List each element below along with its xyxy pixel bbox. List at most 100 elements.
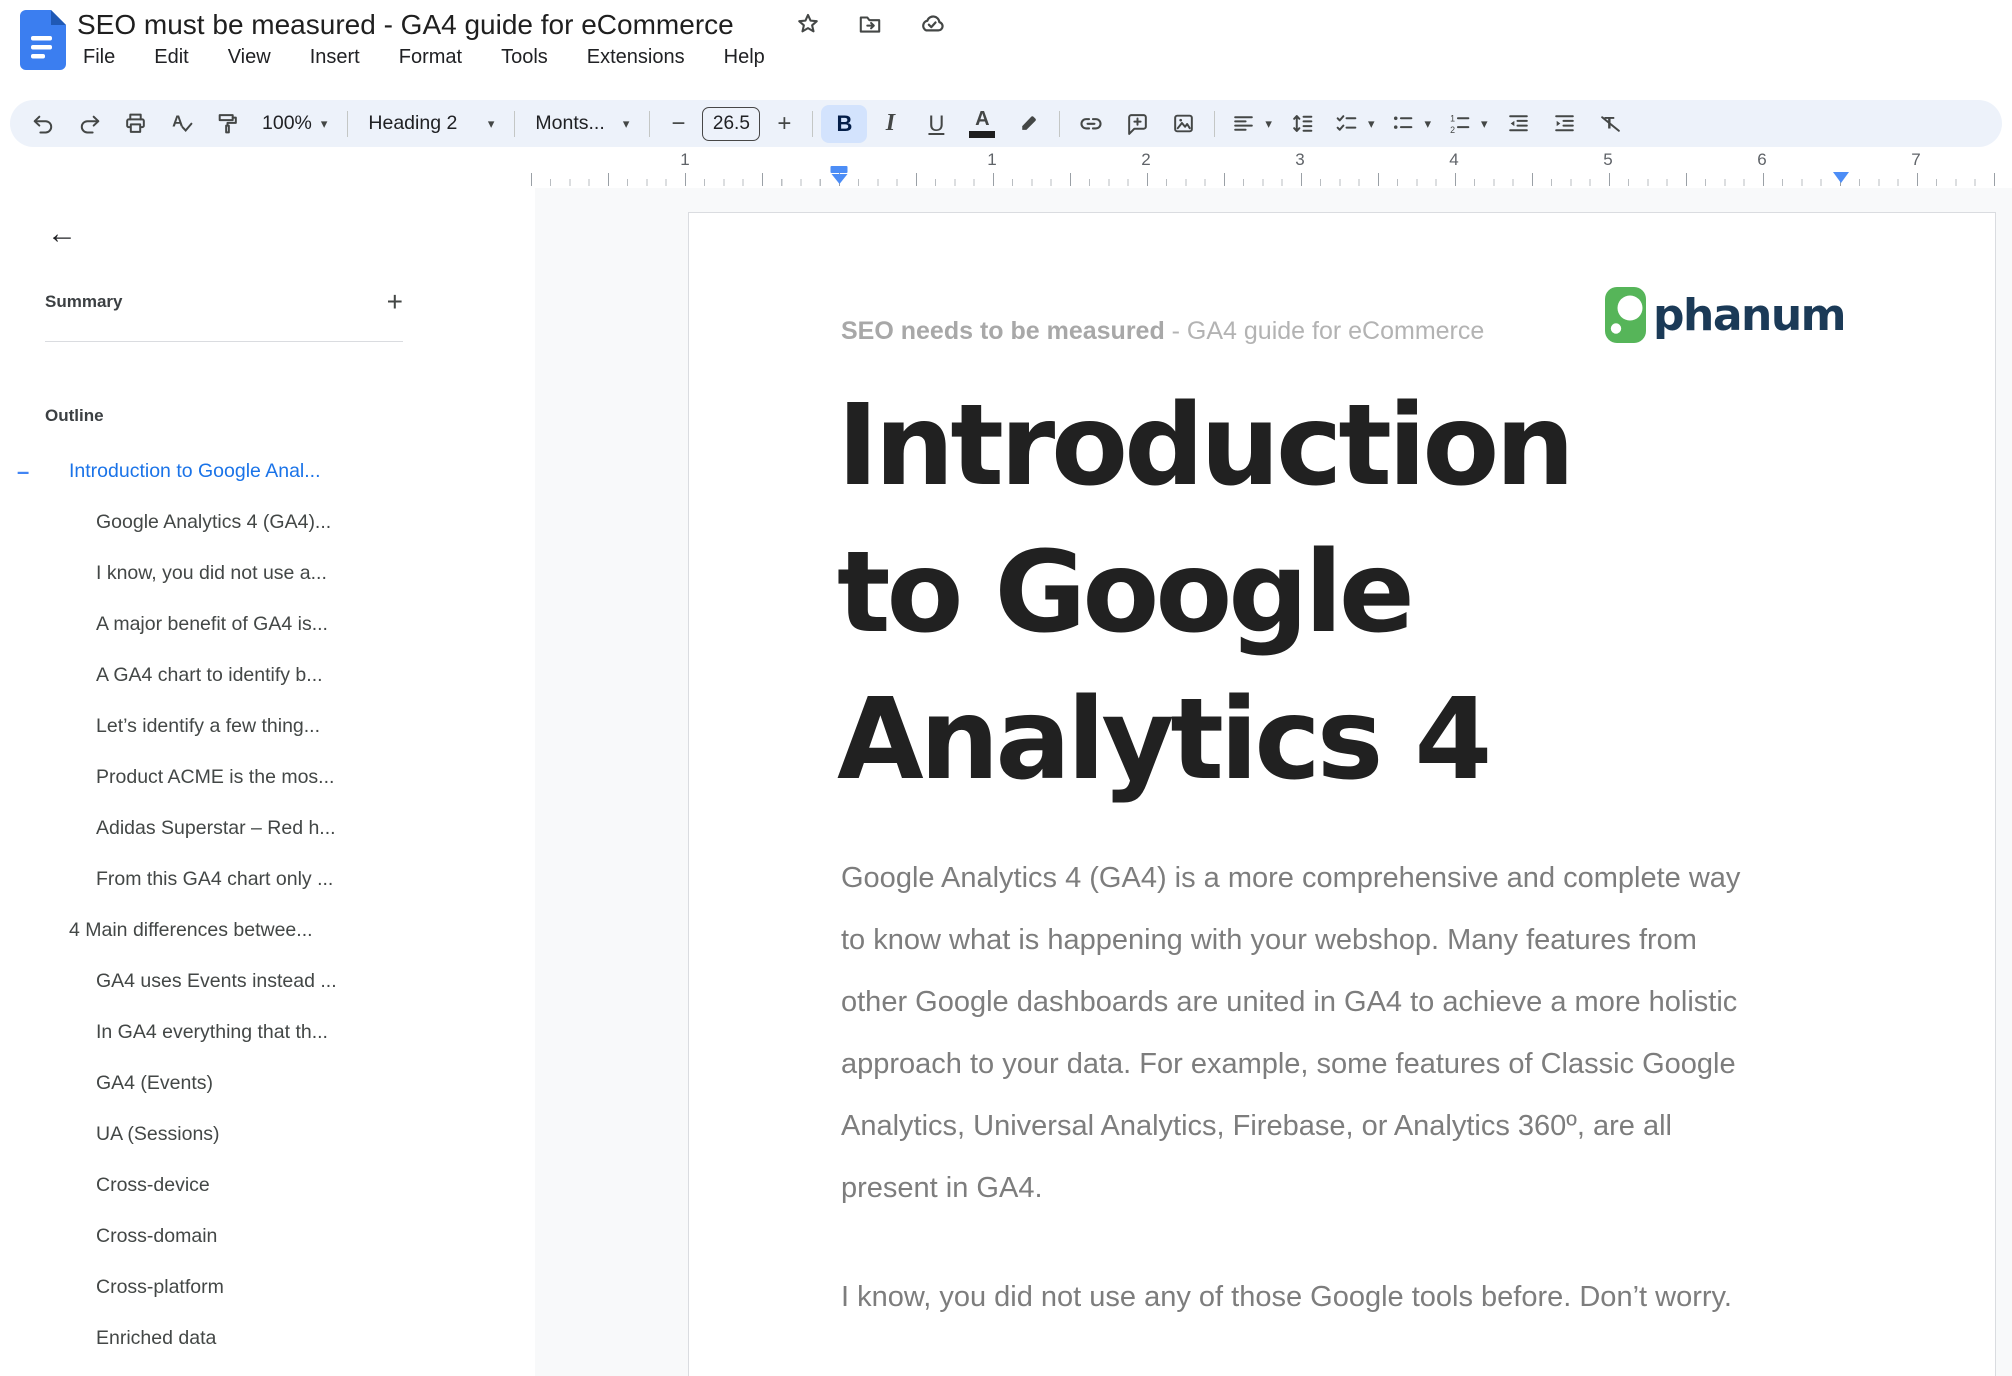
line-spacing-icon (1293, 115, 1313, 132)
body-line: Analytics, Universal Analytics, Firebase… (841, 1110, 1673, 1142)
line-spacing-button[interactable] (1280, 105, 1326, 143)
outline-item[interactable]: From this GA4 chart only ... (0, 854, 535, 905)
first-line-indent-handle[interactable] (830, 166, 848, 173)
move-folder-icon (859, 16, 881, 33)
highlight-button[interactable] (1005, 105, 1051, 143)
outline-item[interactable]: Cross-device (0, 1160, 535, 1211)
link-icon (1080, 117, 1102, 129)
add-comment-button[interactable] (1114, 105, 1160, 143)
outline-item-label: UA (Sessions) (96, 1123, 220, 1145)
chevron-down-icon: ▾ (320, 115, 328, 131)
close-outline-button[interactable]: ← (42, 214, 82, 254)
spellcheck-button[interactable]: A (158, 105, 204, 143)
collapse-icon[interactable]: – (17, 459, 29, 485)
outline-item[interactable]: In GA4 everything that th... (0, 1007, 535, 1058)
insert-image-button[interactable] (1160, 105, 1206, 143)
document-page[interactable]: SEO needs to be measured - GA4 guide for… (688, 212, 1996, 1376)
menu-extensions[interactable]: Extensions (581, 44, 691, 71)
undo-button[interactable] (20, 105, 66, 143)
chevron-down-icon: ▾ (1424, 115, 1431, 131)
increase-font-size-button[interactable]: + (764, 110, 804, 138)
outline-item-label: Adidas Superstar – Red h... (96, 817, 336, 839)
zoom-value: 100% (262, 112, 312, 134)
outline-item[interactable]: A GA4 chart to identify b... (0, 650, 535, 701)
google-docs-logo-icon[interactable] (20, 10, 66, 75)
menu-insert[interactable]: Insert (304, 44, 366, 71)
decrease-indent-button[interactable] (1496, 105, 1542, 143)
italic-label: I (885, 110, 896, 136)
left-indent-handle[interactable] (831, 174, 847, 184)
clear-formatting-icon: T (1601, 114, 1620, 133)
left-indent-marker[interactable] (830, 166, 848, 184)
menu-format[interactable]: Format (393, 44, 468, 71)
outline-item-label: Product ACME is the mos... (96, 766, 335, 788)
outline-item[interactable]: Google Analytics 4 (GA4)... (0, 497, 535, 548)
print-button[interactable] (112, 105, 158, 143)
document-heading[interactable]: Introduction to Google Analytics 4 (837, 373, 1957, 814)
insert-image-icon (1174, 114, 1193, 133)
outline-sidebar: ← Summary + Outline – Introduction to Go… (0, 188, 535, 1376)
outline-item[interactable]: Adidas Superstar – Red h... (0, 803, 535, 854)
star-icon (798, 13, 818, 33)
outline-item[interactable]: Let’s identify a few thing... (0, 701, 535, 752)
page-header: SEO needs to be measured - GA4 guide for… (841, 317, 1484, 346)
align-select[interactable]: ▾ (1223, 105, 1280, 143)
outline-item[interactable]: – Introduction to Google Anal... (0, 446, 535, 497)
add-summary-button[interactable]: + (387, 288, 403, 316)
toolbar-separator (514, 110, 516, 137)
bulleted-list-select[interactable]: ▾ (1382, 105, 1439, 143)
body-line: to know what is happening with your webs… (841, 924, 1697, 956)
outline-item[interactable]: I know, you did not use a... (0, 548, 535, 599)
italic-button[interactable]: I (867, 105, 913, 143)
outline-item[interactable]: GA4 uses Events instead ... (0, 956, 535, 1007)
outline-item[interactable]: GA4 (Events) (0, 1058, 535, 1109)
numbered-list-select[interactable]: 1 2 ▾ (1439, 105, 1496, 143)
outline-item[interactable]: Product ACME is the mos... (0, 752, 535, 803)
ruler-number: 4 (1449, 150, 1459, 169)
menu-view[interactable]: View (222, 44, 277, 71)
outline-item-label: Let’s identify a few thing... (96, 715, 321, 737)
increase-indent-button[interactable] (1542, 105, 1588, 143)
insert-link-button[interactable] (1068, 105, 1114, 143)
outline-item[interactable]: 4 Main differences betwee... (0, 905, 535, 956)
menu-edit[interactable]: Edit (148, 44, 194, 71)
paint-format-button[interactable] (204, 105, 250, 143)
cloud-saved-icon (922, 15, 944, 32)
outline-item[interactable]: Enriched data (0, 1313, 535, 1364)
back-arrow-icon: ← (47, 217, 77, 250)
numbered-list-icon: 1 2 (1450, 113, 1470, 135)
outline-item-label: I know, you did not use a... (96, 562, 327, 584)
outline-item[interactable]: A major benefit of GA4 is... (0, 599, 535, 650)
checklist-select[interactable]: ▾ (1326, 105, 1383, 143)
ruler-number: 1 (987, 150, 997, 169)
outline-item-label: Introduction to Google Anal... (69, 460, 321, 482)
print-icon (125, 113, 145, 133)
menu-tools[interactable]: Tools (495, 44, 554, 71)
menu-file[interactable]: File (77, 44, 121, 71)
clear-formatting-button[interactable]: T (1588, 105, 1634, 143)
document-title[interactable]: SEO must be measured - GA4 guide for eCo… (77, 9, 734, 41)
zoom-select[interactable]: 100% ▾ (250, 105, 339, 143)
font-select[interactable]: Monts... ▾ (523, 105, 641, 143)
bold-button[interactable]: B (821, 104, 868, 143)
heading-line: to Google (837, 528, 1415, 658)
ruler[interactable]: 1 1 2 3 4 5 6 7 (0, 147, 2012, 187)
menu-help[interactable]: Help (718, 44, 771, 71)
paragraph-style-select[interactable]: Heading 2 ▾ (356, 105, 506, 143)
decrease-font-size-button[interactable]: − (658, 110, 698, 138)
ruler-number: 2 (1141, 150, 1151, 169)
ruler-ticks (531, 172, 2001, 186)
star-button[interactable] (788, 4, 828, 44)
outline-item[interactable]: Cross-domain (0, 1211, 535, 1262)
underline-button[interactable]: U (913, 105, 959, 143)
font-size-input[interactable]: 26.5 (702, 106, 761, 141)
right-indent-marker[interactable] (1833, 172, 1849, 183)
text-color-button[interactable]: A (959, 105, 1005, 143)
outline-item[interactable]: Cross-platform (0, 1262, 535, 1313)
body-line: present in GA4. (841, 1172, 1043, 1204)
document-body[interactable]: Google Analytics 4 (GA4) is a more compr… (841, 847, 1861, 1328)
saved-status-button[interactable] (912, 4, 952, 44)
outline-item[interactable]: UA (Sessions) (0, 1109, 535, 1160)
redo-button[interactable] (66, 105, 112, 143)
move-button[interactable] (850, 4, 890, 44)
